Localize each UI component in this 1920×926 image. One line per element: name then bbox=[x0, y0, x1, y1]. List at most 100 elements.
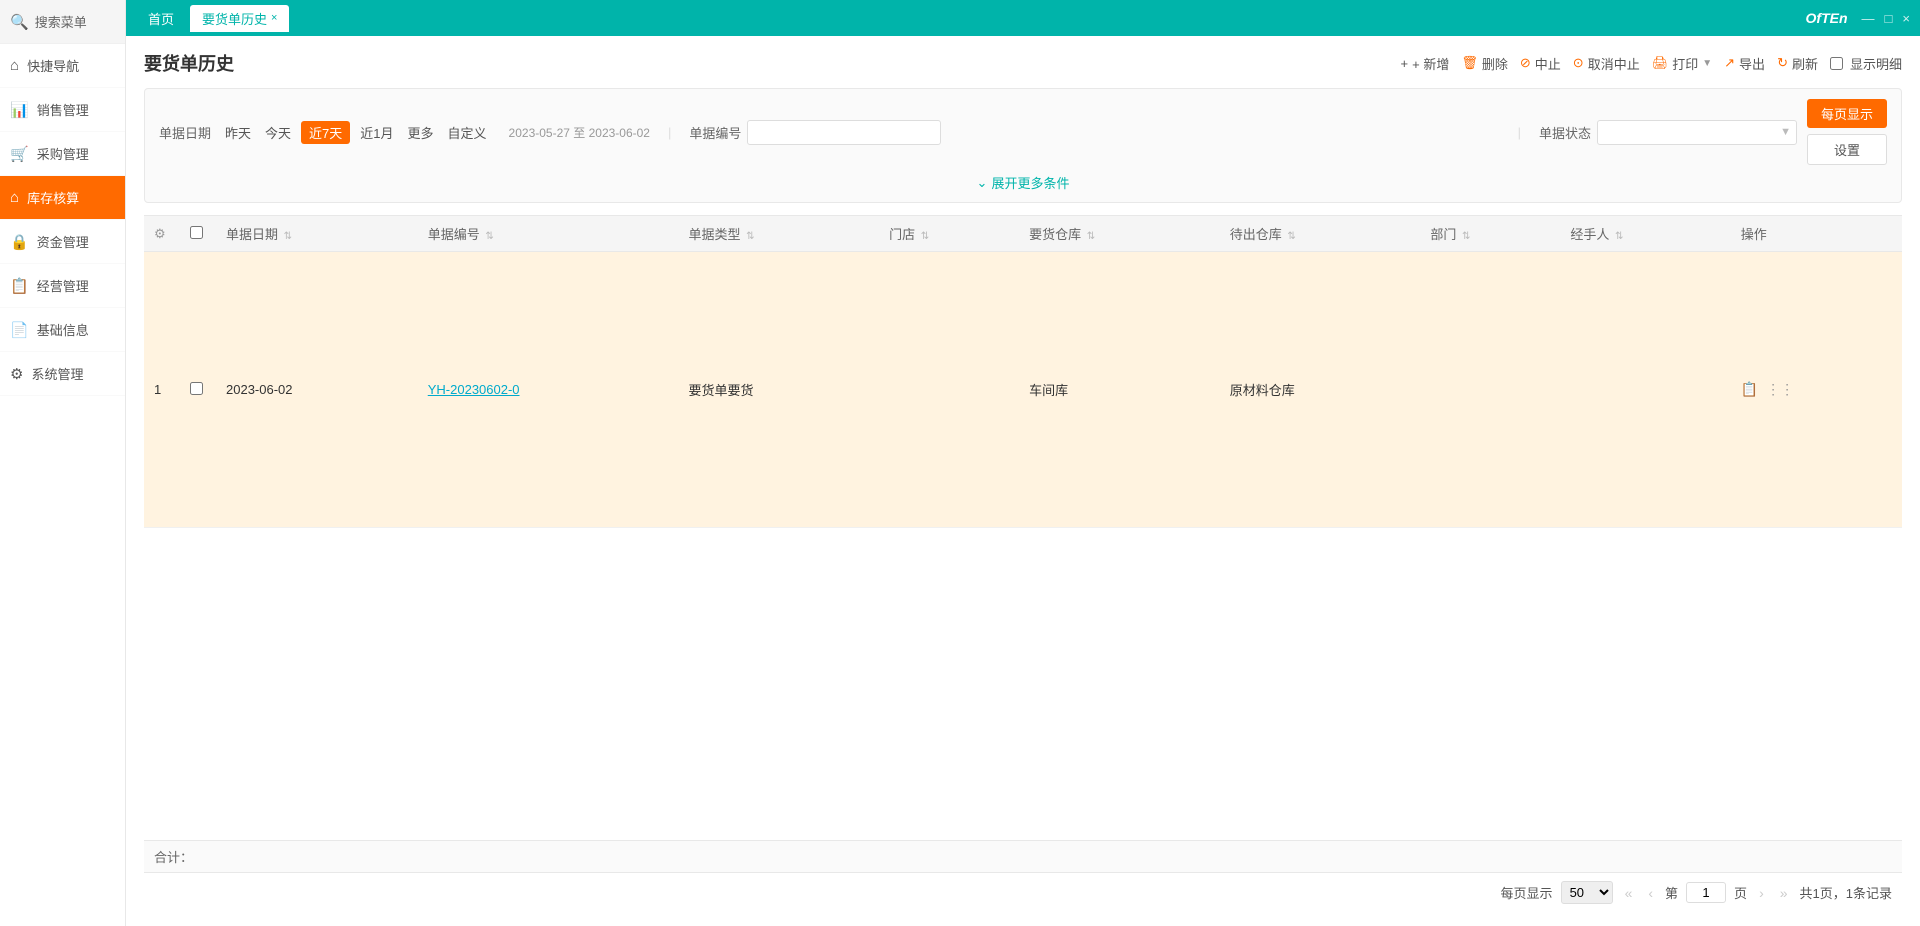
row-actions: 📋 ⋮⋮ bbox=[1741, 381, 1892, 398]
date-btn-more[interactable]: 更多 bbox=[404, 121, 438, 144]
sort-handler-icon[interactable]: ⇅ bbox=[1615, 231, 1623, 242]
col-actions: 操作 bbox=[1731, 216, 1902, 252]
sidebar-search-label: 搜索菜单 bbox=[35, 12, 87, 31]
col-req-warehouse-label: 要货仓库 bbox=[1029, 227, 1081, 242]
sort-dept-icon[interactable]: ⇅ bbox=[1462, 231, 1470, 242]
window-minimize-btn[interactable]: — bbox=[1862, 11, 1875, 26]
topbar-right: OfTEn — □ × bbox=[1806, 10, 1910, 26]
date-btn-7days[interactable]: 近7天 bbox=[301, 121, 350, 144]
settings-btn[interactable]: 设置 bbox=[1807, 134, 1887, 165]
sidebar-item-quick-nav[interactable]: ⌂ 快捷导航 bbox=[0, 44, 125, 88]
sidebar-item-purchase-mgmt[interactable]: 🛒 采购管理 bbox=[0, 132, 125, 176]
select-all-checkbox[interactable] bbox=[190, 226, 203, 239]
sys-icon: ⚙ bbox=[10, 365, 23, 383]
sidebar-search[interactable]: 🔍 搜索菜单 bbox=[0, 0, 125, 44]
date-btn-1month[interactable]: 近1月 bbox=[356, 121, 397, 144]
new-label: + 新增 bbox=[1412, 54, 1449, 73]
stop-icon: ⊘ bbox=[1520, 55, 1531, 71]
sidebar-item-label: 采购管理 bbox=[37, 144, 89, 163]
page-label: 页 bbox=[1734, 883, 1747, 902]
sidebar-item-ops-mgmt[interactable]: 📋 经营管理 bbox=[0, 264, 125, 308]
filter-expand-btn[interactable]: ⌄ 展开更多条件 bbox=[977, 173, 1070, 192]
display-detail-toggle[interactable]: 显示明细 bbox=[1830, 54, 1902, 73]
ops-icon: 📋 bbox=[10, 277, 29, 295]
col-handler-label: 经手人 bbox=[1570, 227, 1609, 242]
sort-bill-type-icon[interactable]: ⇅ bbox=[746, 231, 754, 242]
finance-icon: 🔒 bbox=[10, 233, 29, 251]
next-page-btn[interactable]: › bbox=[1755, 883, 1768, 903]
cancel-stop-btn[interactable]: ⊙ 取消中止 bbox=[1573, 54, 1640, 73]
sidebar-item-finance-mgmt[interactable]: 🔒 资金管理 bbox=[0, 220, 125, 264]
display-detail-checkbox[interactable] bbox=[1830, 57, 1843, 70]
window-close-btn[interactable]: × bbox=[1902, 11, 1910, 26]
col-dept-label: 部门 bbox=[1430, 227, 1456, 242]
export-btn[interactable]: ↗ 导出 bbox=[1724, 54, 1765, 73]
sidebar-item-inventory[interactable]: ⌂ 库存核算 bbox=[0, 176, 125, 220]
page-title: 要货单历史 bbox=[144, 50, 234, 76]
date-btn-today[interactable]: 今天 bbox=[261, 121, 295, 144]
row-more-btn[interactable]: ⋮⋮ bbox=[1766, 381, 1794, 398]
tab-bill-label: 要货单历史 bbox=[202, 9, 267, 28]
col-store: 门店 ⇅ bbox=[879, 216, 1019, 252]
last-page-btn[interactable]: » bbox=[1776, 883, 1792, 903]
prev-page-btn[interactable]: ‹ bbox=[1644, 883, 1657, 903]
filter-separator-1: | bbox=[668, 125, 671, 140]
bill-no-link[interactable]: YH-20230602-0 bbox=[428, 382, 520, 397]
table-settings-icon[interactable]: ⚙ bbox=[154, 226, 166, 241]
page-label-pre: 第 bbox=[1665, 883, 1678, 902]
col-bill-type: 单据类型 ⇅ bbox=[678, 216, 879, 252]
tab-close-icon[interactable]: × bbox=[271, 12, 277, 24]
bill-no-input[interactable] bbox=[747, 120, 941, 145]
filter-area: 单据日期 昨天 今天 近7天 近1月 更多 自定义 2023-05-27 至 2… bbox=[144, 88, 1902, 203]
total-info: 共1页，1条记录 bbox=[1800, 883, 1892, 902]
basic-icon: 📄 bbox=[10, 321, 29, 339]
print-label: 打印 bbox=[1672, 54, 1698, 73]
new-btn[interactable]: + + 新增 bbox=[1401, 54, 1450, 73]
sales-icon: 📊 bbox=[10, 101, 29, 119]
filter-date-btns: 昨天 今天 近7天 近1月 更多 自定义 bbox=[221, 121, 491, 144]
sort-bill-no-icon[interactable]: ⇅ bbox=[485, 231, 493, 242]
row-checkbox[interactable] bbox=[190, 382, 203, 395]
sort-store-icon[interactable]: ⇅ bbox=[921, 231, 929, 242]
col-store-label: 门店 bbox=[889, 227, 915, 242]
page-input[interactable] bbox=[1686, 882, 1726, 903]
sidebar-item-sales-mgmt[interactable]: 📊 销售管理 bbox=[0, 88, 125, 132]
col-handler: 经手人 ⇅ bbox=[1560, 216, 1730, 252]
sort-pending-warehouse-icon[interactable]: ⇅ bbox=[1287, 231, 1295, 242]
expand-label: 展开更多条件 bbox=[991, 173, 1069, 192]
cell-store bbox=[879, 252, 1019, 528]
tab-bill-history[interactable]: 要货单历史 × bbox=[190, 5, 289, 32]
per-page-label: 每页显示 bbox=[1501, 883, 1553, 902]
sort-date-icon[interactable]: ⇅ bbox=[284, 231, 292, 242]
col-req-warehouse: 要货仓库 ⇅ bbox=[1019, 216, 1220, 252]
first-page-btn[interactable]: « bbox=[1621, 883, 1637, 903]
sidebar-item-sys-mgmt[interactable]: ⚙ 系统管理 bbox=[0, 352, 125, 396]
purchase-icon: 🛒 bbox=[10, 145, 29, 163]
sort-req-warehouse-icon[interactable]: ⇅ bbox=[1087, 231, 1095, 242]
stop-btn[interactable]: ⊘ 中止 bbox=[1520, 54, 1561, 73]
delete-label: 删除 bbox=[1482, 54, 1508, 73]
status-input[interactable] bbox=[1597, 120, 1797, 145]
cancel-stop-label: 取消中止 bbox=[1588, 54, 1640, 73]
export-label: 导出 bbox=[1739, 54, 1765, 73]
refresh-btn[interactable]: ↻ 刷新 bbox=[1777, 54, 1818, 73]
query-btn[interactable]: 每页显示 bbox=[1807, 99, 1887, 128]
cell-bill-no: YH-20230602-0 bbox=[418, 252, 679, 528]
filter-expand-row: ⌄ 展开更多条件 bbox=[159, 173, 1887, 192]
window-restore-btn[interactable]: □ bbox=[1885, 11, 1893, 26]
delete-btn[interactable]: 🗑 删除 bbox=[1461, 54, 1508, 73]
cell-req-warehouse: 车间库 bbox=[1019, 252, 1220, 528]
cell-pending-warehouse: 原材料仓库 bbox=[1220, 252, 1421, 528]
bill-no-label: 单据编号 bbox=[689, 123, 741, 142]
per-page-select[interactable]: 50 100 200 bbox=[1561, 881, 1613, 904]
page-content: 要货单历史 + + 新增 🗑 删除 ⊘ 中止 ⊙ bbox=[126, 36, 1920, 926]
print-btn[interactable]: 🖨 打印 ▼ bbox=[1652, 54, 1712, 73]
table-wrapper: ⚙ 单据日期 ⇅ 单据编号 ⇅ bbox=[144, 215, 1902, 912]
col-date-label: 单据日期 bbox=[226, 227, 278, 242]
row-edit-btn[interactable]: 📋 bbox=[1741, 381, 1758, 398]
date-btn-custom[interactable]: 自定义 bbox=[444, 121, 491, 144]
date-btn-yesterday[interactable]: 昨天 bbox=[221, 121, 255, 144]
cell-dept bbox=[1420, 252, 1560, 528]
sidebar-item-basic-info[interactable]: 📄 基础信息 bbox=[0, 308, 125, 352]
tab-home[interactable]: 首页 bbox=[136, 5, 186, 32]
